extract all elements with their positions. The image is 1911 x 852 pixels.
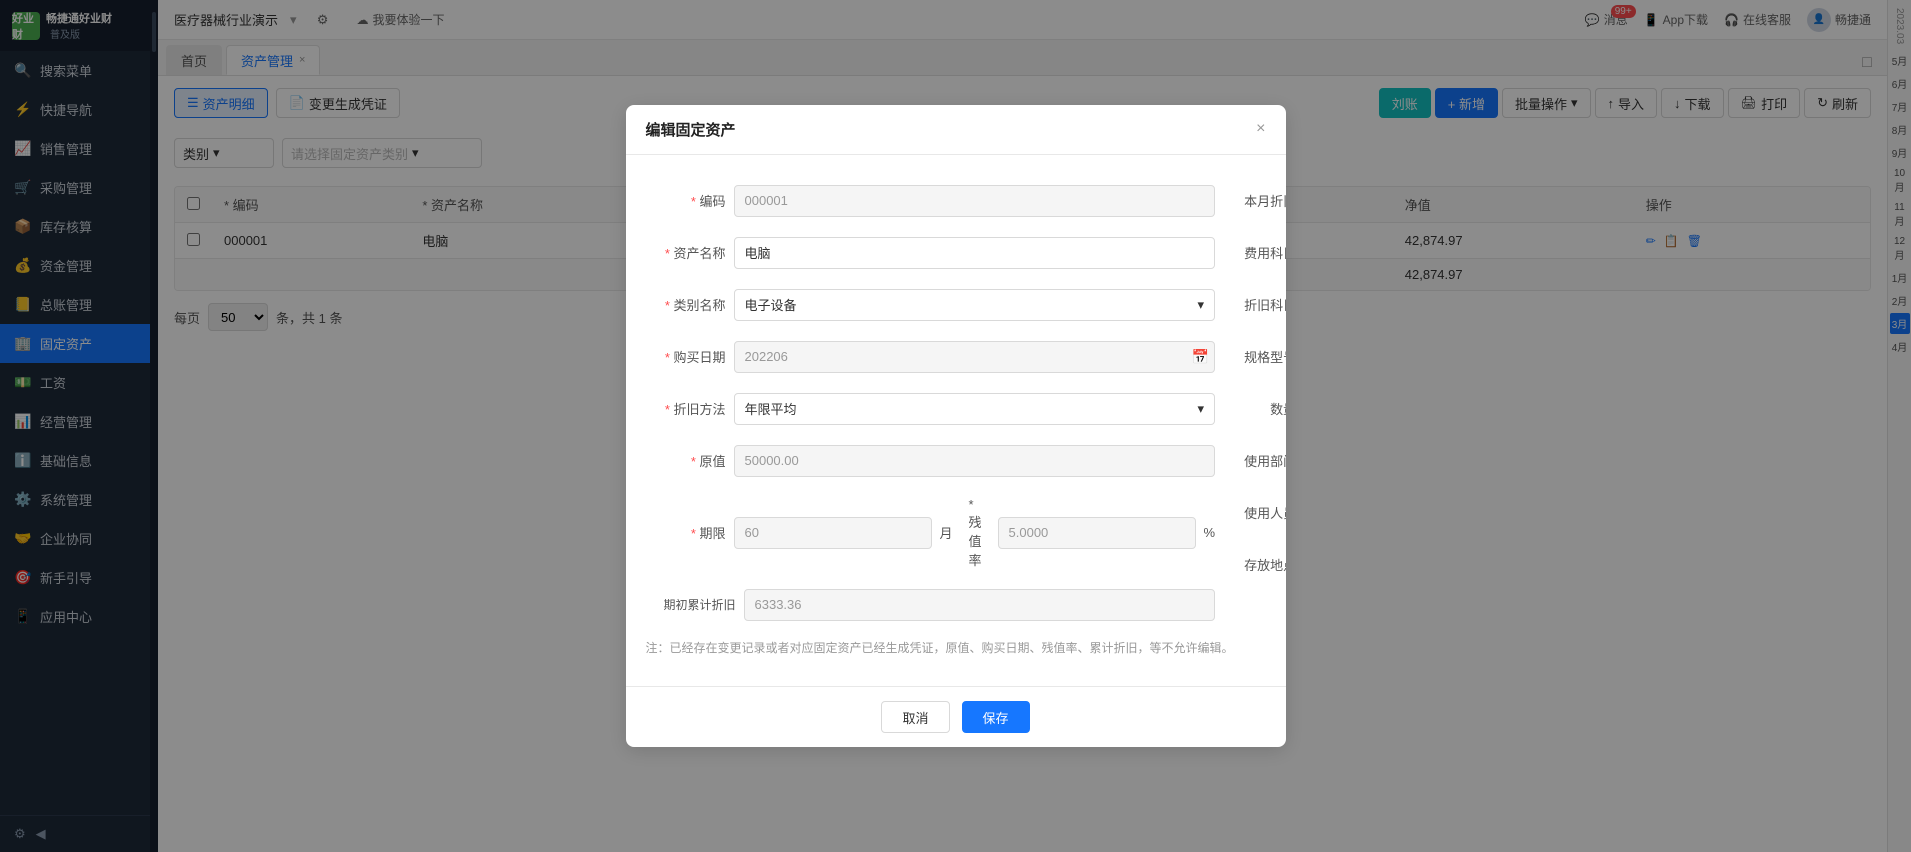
residual-rate-input[interactable] [998,517,1196,549]
form-row-monthly-dep: 本月折旧 [1216,175,1285,227]
dep-method-select[interactable]: 年限平均 ▾ [734,393,1216,425]
modal-overlay: 编辑固定资产 × 编码 资产名称 [0,0,1911,852]
modal-body: 编码 资产名称 类别名称 电子设备 ▾ [626,155,1286,686]
save-label: 保存 [983,708,1009,727]
category-label: 类别名称 [646,295,726,314]
form-row-expense-account: 费用科目 管理费用_固定资产折旧 ▾ [1216,227,1285,279]
dep-method-value: 年限平均 [745,399,797,418]
save-button[interactable]: 保存 [962,701,1030,733]
monthly-dep-label: 本月折旧 [1216,191,1285,210]
category-dropdown-icon: ▾ [1198,297,1205,313]
spec-label: 规格型号 [1216,347,1285,366]
modal-close-btn[interactable]: × [1256,120,1265,138]
modal-footer: 取消 保存 [626,686,1286,747]
form-row-person: 使用人员 请选择人员 ▾ [1216,487,1285,539]
edit-asset-modal: 编辑固定资产 × 编码 资产名称 [626,105,1286,747]
form-row-quantity: 数量 [1216,383,1285,435]
period-label: 期限 [646,523,726,542]
form-row-department: 使用部门 请选择部门 ▾ [1216,435,1285,487]
person-label: 使用人员 [1216,503,1285,522]
category-value: 电子设备 [745,295,797,314]
calendar-icon[interactable]: 📅 [1192,348,1209,365]
purchase-date-input[interactable] [734,341,1216,373]
original-value-label: 原值 [646,451,726,470]
cancel-label: 取消 [902,708,928,727]
residual-rate-unit: % [1204,525,1216,540]
form-row-location: 存放地点 [1216,539,1285,591]
expense-account-label: 费用科目 [1216,243,1285,262]
original-value-input[interactable] [734,445,1216,477]
modal-note: 注：已经存在变更记录或者对应固定资产已经生成凭证，原值、购买日期、残值率、累计折… [646,631,1266,666]
modal-header: 编辑固定资产 × [626,105,1286,155]
code-input[interactable] [734,185,1216,217]
modal-title: 编辑固定资产 [646,119,736,140]
purchase-date-input-wrap: 📅 [734,341,1216,373]
name-label: 资产名称 [646,243,726,262]
form-row-period: 期限 月 * 残值率 % [646,487,1216,579]
category-select[interactable]: 电子设备 ▾ [734,289,1216,321]
form-row-spec: 规格型号 [1216,331,1285,383]
department-label: 使用部门 [1216,451,1285,470]
location-label: 存放地点 [1216,555,1285,574]
form-row-dep-account: 折旧科目 累计折旧 ▾ [1216,279,1285,331]
initial-accum-label: 期初累计折旧 [646,596,736,613]
form-row-purchase-date: 购买日期 📅 [646,331,1216,383]
form-row-dep-method: 折旧方法 年限平均 ▾ [646,383,1216,435]
form-row-original-value: 原值 [646,435,1216,487]
name-input[interactable] [734,237,1216,269]
code-label: 编码 [646,191,726,210]
purchase-date-label: 购买日期 [646,347,726,366]
dep-method-label: 折旧方法 [646,399,726,418]
period-input[interactable] [734,517,932,549]
quantity-label: 数量 [1216,399,1285,418]
form-row-code: 编码 [646,175,1216,227]
form-row-name: 资产名称 [646,227,1216,279]
dep-method-dropdown-icon: ▾ [1198,401,1205,417]
form-row-category: 类别名称 电子设备 ▾ [646,279,1216,331]
initial-accum-input[interactable] [744,589,1216,621]
dep-account-label: 折旧科目 [1216,295,1285,314]
form-row-initial-accum: 期初累计折旧 [646,579,1216,631]
cancel-button[interactable]: 取消 [881,701,949,733]
form-left-col: 编码 资产名称 类别名称 电子设备 ▾ [646,175,1216,631]
period-unit: 月 [940,523,953,542]
residual-rate-label-inline: * 残值率 [969,497,982,569]
form-right-col: 本月折旧 费用科目 管理费用_固定资产折旧 ▾ 折旧科目 [1216,175,1285,631]
